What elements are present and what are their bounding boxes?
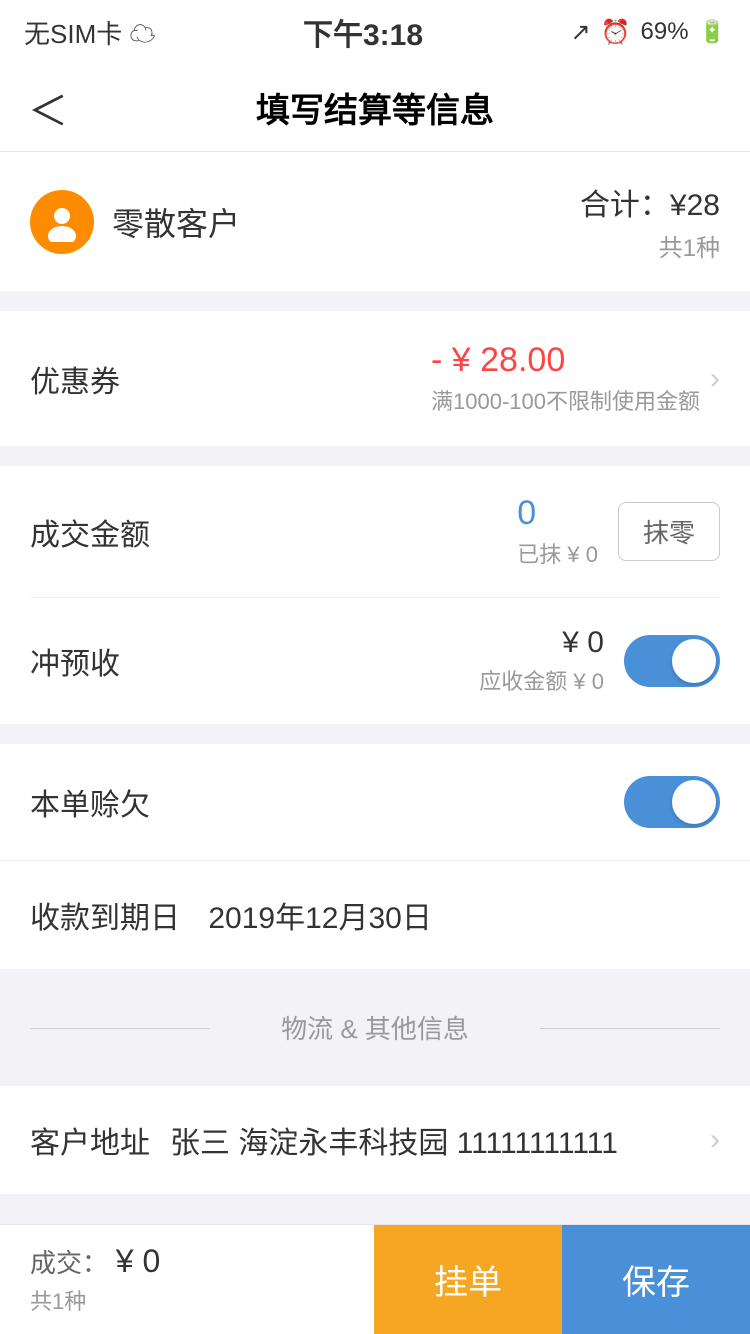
debt-label: 本单赊欠: [30, 780, 150, 824]
amount-section: 成交金额 0 已抹 ¥ 0 抹零 冲预收 ¥ 0 应收金额 ¥ 0: [0, 466, 750, 724]
amount-right: 0 已抹 ¥ 0 抹零: [517, 494, 720, 569]
customer-name: 零散客户: [112, 199, 240, 245]
bottom-info: 成交： ¥ 0 共1种: [0, 1243, 374, 1316]
customer-summary: 合计：¥28 共1种: [580, 180, 720, 263]
customer-row: 零散客户 合计：¥28 共1种: [0, 152, 750, 291]
chevron-right-icon: ›: [710, 362, 720, 396]
bottom-deal-line: 成交： ¥ 0: [30, 1243, 344, 1280]
sim-label: 无SIM卡 ☁: [24, 14, 155, 51]
logistics-divider: 物流 & 其他信息: [0, 989, 750, 1066]
debt-row: 本单赊欠: [0, 744, 750, 860]
bottom-deal-amount: ¥ 0: [116, 1243, 160, 1279]
coupon-value-area: - ¥ 28.00 满1000-100不限制使用金额 ›: [431, 341, 720, 416]
prepay-values: ¥ 0 应收金额 ¥ 0: [479, 626, 604, 696]
prepay-toggle[interactable]: [624, 635, 720, 687]
chevron-right-icon: ›: [710, 1123, 720, 1157]
logistics-label: 物流 & 其他信息: [281, 1014, 469, 1044]
debt-toggle[interactable]: [624, 776, 720, 828]
prepay-row: 冲预收 ¥ 0 应收金额 ¥ 0: [0, 598, 750, 724]
due-date-value: 2019年12月30日: [208, 902, 431, 935]
address-value: 张三 海淀永丰科技园 11111111111: [170, 1118, 710, 1162]
coupon-row[interactable]: 优惠券 - ¥ 28.00 满1000-100不限制使用金额 ›: [0, 311, 750, 446]
amount-row: 成交金额 0 已抹 ¥ 0 抹零: [0, 466, 750, 597]
alarm-icon: ⏰: [601, 18, 631, 47]
hold-button[interactable]: 挂单: [374, 1225, 562, 1334]
amount-sub: 已抹 ¥ 0: [517, 537, 598, 569]
customer-info: 零散客户: [30, 190, 240, 254]
avatar: [30, 190, 94, 254]
user-icon: [42, 202, 82, 242]
prepay-amount: ¥ 0: [479, 626, 604, 660]
save-button[interactable]: 保存: [562, 1225, 750, 1334]
due-date-label: 收款到期日: [30, 902, 180, 935]
status-time: 下午3:18: [303, 10, 423, 54]
amount-value: 0: [517, 494, 598, 533]
coupon-detail: - ¥ 28.00 满1000-100不限制使用金额: [431, 341, 700, 416]
bottom-count: 共1种: [30, 1284, 344, 1316]
customer-count: 共1种: [580, 228, 720, 263]
page-title: 填写结算等信息: [256, 83, 494, 132]
status-bar: 无SIM卡 ☁ 下午3:18 ↗ ⏰ 69% 🔋: [0, 0, 750, 64]
toggle-knob-debt: [672, 780, 716, 824]
content-area: 零散客户 合计：¥28 共1种 优惠券 - ¥ 28.00 满1000-100不…: [0, 152, 750, 1314]
coupon-label: 优惠券: [30, 357, 120, 401]
location-icon: ↗: [571, 18, 591, 47]
prepay-right: ¥ 0 应收金额 ¥ 0: [479, 626, 720, 696]
debt-section: 本单赊欠 收款到期日 2019年12月30日: [0, 744, 750, 969]
back-button[interactable]: ＜: [28, 79, 68, 137]
prepay-sub: 应收金额 ¥ 0: [479, 664, 604, 696]
round-button[interactable]: 抹零: [618, 502, 720, 561]
amount-label: 成交金额: [30, 510, 150, 554]
battery-icon: 🔋: [699, 19, 726, 45]
coupon-discount: - ¥ 28.00: [431, 341, 700, 380]
bottom-deal-label: 成交：: [30, 1248, 108, 1278]
status-left: 无SIM卡 ☁: [24, 14, 155, 51]
bottom-bar: 成交： ¥ 0 共1种 挂单 保存: [0, 1224, 750, 1334]
address-label: 客户地址: [30, 1118, 150, 1162]
coupon-desc: 满1000-100不限制使用金额: [431, 384, 700, 416]
amount-value-area: 0 已抹 ¥ 0: [517, 494, 598, 569]
customer-total: 合计：¥28: [580, 180, 720, 224]
battery-label: 69%: [641, 18, 689, 46]
prepay-label: 冲预收: [30, 639, 120, 683]
address-section[interactable]: 客户地址 张三 海淀永丰科技园 11111111111 ›: [0, 1086, 750, 1194]
nav-bar: ＜ 填写结算等信息: [0, 64, 750, 152]
toggle-knob: [672, 639, 716, 683]
address-row[interactable]: 客户地址 张三 海淀永丰科技园 11111111111 ›: [0, 1086, 750, 1194]
status-right: ↗ ⏰ 69% 🔋: [571, 18, 726, 47]
due-date-row: 收款到期日 2019年12月30日: [0, 860, 750, 969]
